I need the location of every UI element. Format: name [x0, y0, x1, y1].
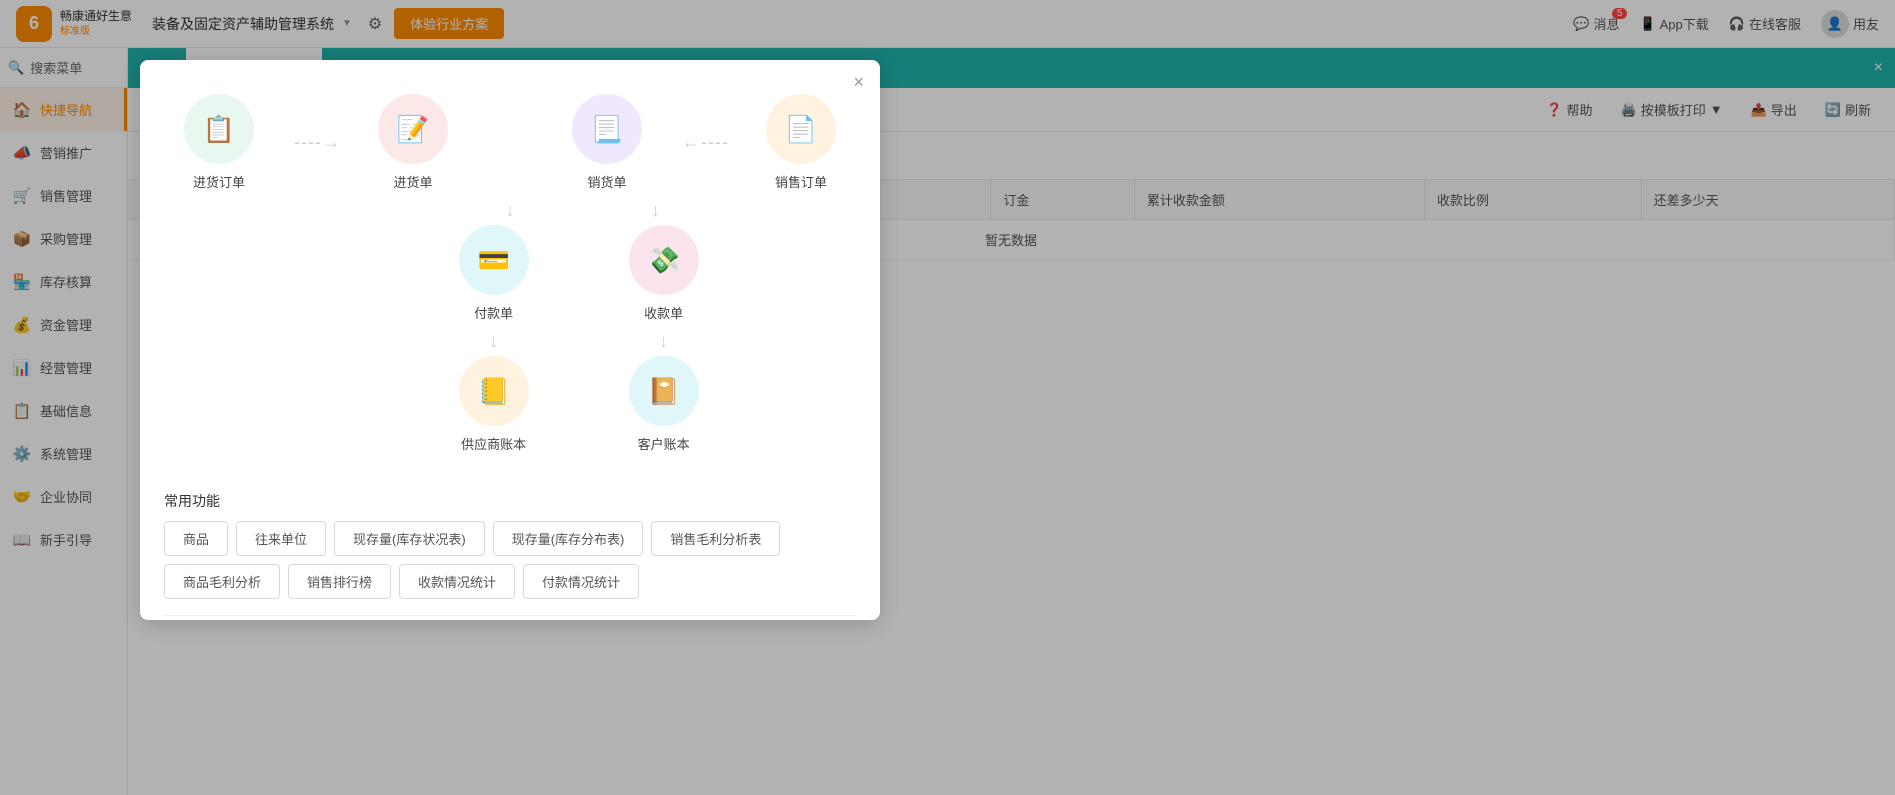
- func-btn-receipt-stat[interactable]: 收款情况统计: [399, 564, 515, 599]
- flow-arrows-down-2: ↓ ↓: [164, 330, 856, 352]
- arrow-purchase: - - - - →: [274, 132, 358, 153]
- arrow-down-sales-bill: ↓: [601, 199, 711, 221]
- sales-bill-icon: 📃: [572, 94, 642, 164]
- modal-overlay: × 📋 进货订单 - - - - → 📝 进货单 📃: [0, 0, 1895, 795]
- flow-row-3: 📒 供应商账本 📔 客户账本: [164, 356, 856, 453]
- arrow-down-purchase-bill: ↓: [455, 199, 565, 221]
- func-btn-payment-stat[interactable]: 付款情况统计: [523, 564, 639, 599]
- flow-node-purchase-order[interactable]: 📋 进货订单: [164, 94, 274, 191]
- flow-arrows-down-1: ↓ ↓: [164, 199, 856, 221]
- arrow-sales: ← - - - -: [662, 132, 746, 153]
- func-btn-stock-status[interactable]: 现存量(库存状况表): [334, 521, 485, 556]
- arrow-down-receipt: ↓: [609, 330, 719, 352]
- purchase-bill-icon: 📝: [378, 94, 448, 164]
- flow-node-sales-bill[interactable]: 📃 销货单: [552, 94, 662, 191]
- flow-section: 📋 进货订单 - - - - → 📝 进货单 📃 销货单 ← - - - -: [164, 84, 856, 481]
- customer-ledger-icon: 📔: [629, 356, 699, 426]
- app-wrapper: 6 畅康通好生意 标准版 装备及固定资产辅助管理系统 ▼ ⚙ 体验行业方案 💬 …: [0, 0, 1895, 795]
- flow-node-purchase-bill[interactable]: 📝 进货单: [358, 94, 468, 191]
- flow-node-sales-order[interactable]: 📄 销售订单: [746, 94, 856, 191]
- supplier-ledger-icon: 📒: [459, 356, 529, 426]
- flow-row-2: 💳 付款单 💸 收款单: [164, 225, 856, 322]
- sales-order-icon: 📄: [766, 94, 836, 164]
- quick-nav-modal: × 📋 进货订单 - - - - → 📝 进货单 📃: [140, 60, 880, 620]
- receipt-icon: 💸: [629, 225, 699, 295]
- func-btn-goods-margin[interactable]: 商品毛利分析: [164, 564, 280, 599]
- modal-scrollbar: ◀ ▶: [164, 615, 856, 620]
- flow-row-1: 📋 进货订单 - - - - → 📝 进货单 📃 销货单 ← - - - -: [164, 94, 856, 191]
- func-btn-stock-dist[interactable]: 现存量(库存分布表): [493, 521, 644, 556]
- func-buttons: 商品 往来单位 现存量(库存状况表) 现存量(库存分布表) 销售毛利分析表 商品…: [164, 521, 856, 599]
- payment-icon: 💳: [459, 225, 529, 295]
- common-title: 常用功能: [164, 491, 856, 511]
- flow-node-customer-ledger[interactable]: 📔 客户账本: [609, 356, 719, 453]
- func-btn-sales-rank[interactable]: 销售排行榜: [288, 564, 391, 599]
- flow-node-supplier-ledger[interactable]: 📒 供应商账本: [439, 356, 549, 453]
- flow-node-receipt[interactable]: 💸 收款单: [609, 225, 719, 322]
- common-section: 常用功能 商品 往来单位 现存量(库存状况表) 现存量(库存分布表) 销售毛利分…: [164, 491, 856, 599]
- flow-node-payment[interactable]: 💳 付款单: [439, 225, 549, 322]
- func-btn-sales-margin[interactable]: 销售毛利分析表: [651, 521, 780, 556]
- arrow-down-payment: ↓: [439, 330, 549, 352]
- purchase-order-icon: 📋: [184, 94, 254, 164]
- modal-close-btn[interactable]: ×: [853, 72, 864, 93]
- func-btn-goods[interactable]: 商品: [164, 521, 228, 556]
- func-btn-counterparty[interactable]: 往来单位: [236, 521, 326, 556]
